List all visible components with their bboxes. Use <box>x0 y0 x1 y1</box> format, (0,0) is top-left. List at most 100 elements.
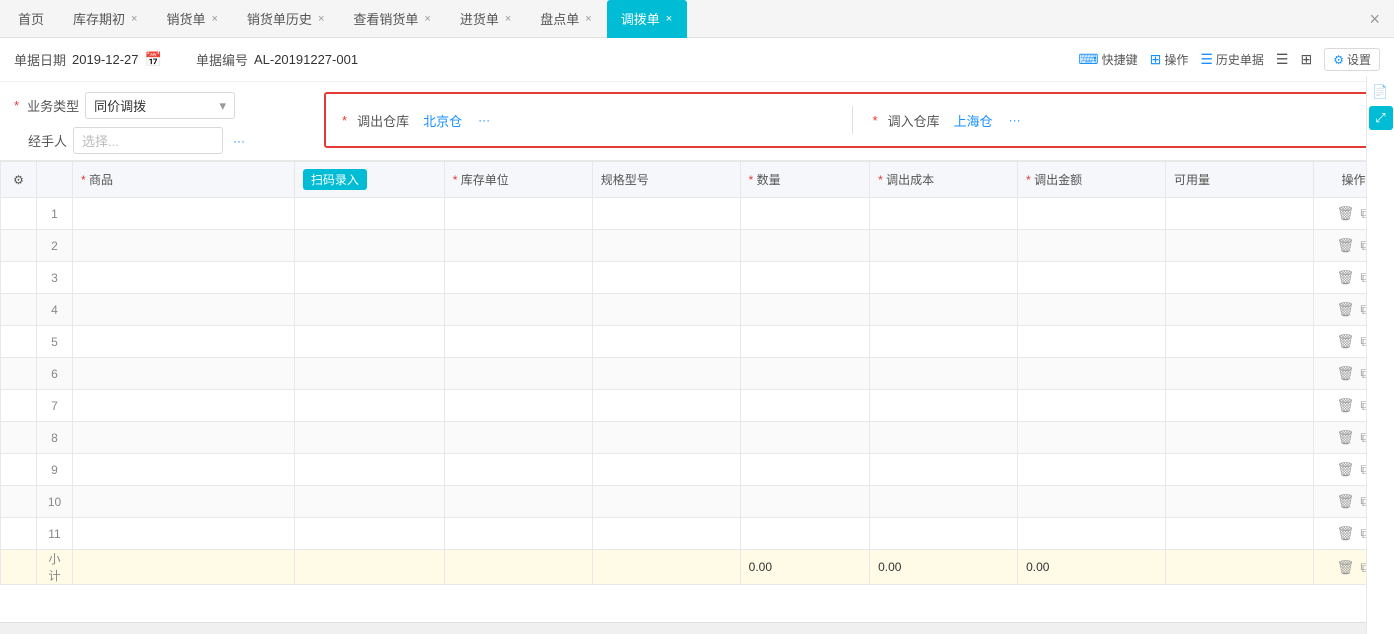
in-warehouse-more-icon[interactable]: ··· <box>1009 113 1021 127</box>
row-qty-9[interactable] <box>740 454 869 486</box>
row-cost-10[interactable] <box>870 486 1018 518</box>
row-cost-6[interactable] <box>870 358 1018 390</box>
row-cost-7[interactable] <box>870 390 1018 422</box>
tab-inventory[interactable]: 盘点单 × <box>526 0 606 38</box>
handler-dropdown[interactable]: 选择... <box>73 127 223 154</box>
row-available-3 <box>1166 262 1314 294</box>
row-qty-10[interactable] <box>740 486 869 518</box>
th-gear[interactable]: ⚙ <box>1 162 37 198</box>
row-amount-11[interactable] <box>1018 518 1166 550</box>
row-product-6[interactable] <box>73 358 295 390</box>
row-product-3[interactable] <box>73 262 295 294</box>
table-container: ⚙ * 商品 扫码录入 * 库存单位 规格型号 <box>0 160 1394 622</box>
delete-icon-8[interactable]: 🗑 <box>1337 429 1355 446</box>
row-cost-5[interactable] <box>870 326 1018 358</box>
th-available: 可用量 <box>1166 162 1314 198</box>
row-cost-9[interactable] <box>870 454 1018 486</box>
row-amount-4[interactable] <box>1018 294 1166 326</box>
delete-icon-3[interactable]: 🗑 <box>1337 269 1355 286</box>
delete-icon-2[interactable]: 🗑 <box>1337 237 1355 254</box>
row-product-2[interactable] <box>73 230 295 262</box>
tab-transfer[interactable]: 调拨单 × <box>607 0 687 38</box>
row-qty-11[interactable] <box>740 518 869 550</box>
out-warehouse-more-icon[interactable]: ··· <box>478 113 490 127</box>
row-available-8 <box>1166 422 1314 454</box>
subtotal-spec <box>592 550 740 585</box>
delete-icon-4[interactable]: 🗑 <box>1337 301 1355 318</box>
layout-toggle-2[interactable]: ⊞ <box>1300 51 1312 68</box>
tab-view-sales[interactable]: 查看销货单 × <box>339 0 445 38</box>
row-amount-8[interactable] <box>1018 422 1166 454</box>
row-gear-7 <box>1 390 37 422</box>
row-product-9[interactable] <box>73 454 295 486</box>
tab-purchase-close[interactable]: × <box>505 13 511 25</box>
row-scan-1 <box>294 198 444 230</box>
tab-inventory-init[interactable]: 库存期初 × <box>59 0 152 38</box>
row-cost-8[interactable] <box>870 422 1018 454</box>
calendar-icon[interactable]: 📅 <box>145 51 162 68</box>
scan-button[interactable]: 扫码录入 <box>303 169 367 190</box>
row-amount-1[interactable] <box>1018 198 1166 230</box>
row-amount-3[interactable] <box>1018 262 1166 294</box>
handler-more-icon[interactable]: ··· <box>233 134 245 148</box>
row-qty-3[interactable] <box>740 262 869 294</box>
row-qty-4[interactable] <box>740 294 869 326</box>
tab-inventory-close[interactable]: × <box>585 13 591 25</box>
row-cost-3[interactable] <box>870 262 1018 294</box>
horizontal-scrollbar[interactable] <box>0 622 1394 634</box>
tab-view-sales-close[interactable]: × <box>424 13 430 25</box>
sidebar-expand-button[interactable]: ⤢ <box>1369 106 1393 130</box>
delete-icon-1[interactable]: 🗑 <box>1337 205 1355 222</box>
tab-sales-history[interactable]: 销货单历史 × <box>233 0 339 38</box>
row-product-11[interactable] <box>73 518 295 550</box>
row-amount-5[interactable] <box>1018 326 1166 358</box>
row-product-4[interactable] <box>73 294 295 326</box>
row-cost-4[interactable] <box>870 294 1018 326</box>
row-qty-7[interactable] <box>740 390 869 422</box>
row-amount-6[interactable] <box>1018 358 1166 390</box>
row-amount-10[interactable] <box>1018 486 1166 518</box>
sidebar-doc-button[interactable]: 📄 <box>1369 80 1393 104</box>
row-product-5[interactable] <box>73 326 295 358</box>
row-cost-11[interactable] <box>870 518 1018 550</box>
row-cost-1[interactable] <box>870 198 1018 230</box>
tab-sales-history-close[interactable]: × <box>318 13 324 25</box>
tab-transfer-close[interactable]: × <box>666 13 672 25</box>
row-cost-2[interactable] <box>870 230 1018 262</box>
shortcut-button[interactable]: ⌨ 快捷键 <box>1078 51 1137 68</box>
tab-sales-order-close[interactable]: × <box>211 13 217 25</box>
operation-button[interactable]: ⊞ 操作 <box>1150 51 1189 68</box>
subtotal-delete-icon[interactable]: 🗑 <box>1337 559 1355 576</box>
row-qty-5[interactable] <box>740 326 869 358</box>
row-qty-6[interactable] <box>740 358 869 390</box>
row-gear-10 <box>1 486 37 518</box>
delete-icon-10[interactable]: 🗑 <box>1337 493 1355 510</box>
business-type-dropdown[interactable]: 同价调拨 ▾ <box>85 92 235 119</box>
row-product-8[interactable] <box>73 422 295 454</box>
row-amount-9[interactable] <box>1018 454 1166 486</box>
tab-home[interactable]: 首页 <box>4 0 59 38</box>
history-button[interactable]: ☰ 历史单据 <box>1200 51 1264 68</box>
row-product-7[interactable] <box>73 390 295 422</box>
row-amount-7[interactable] <box>1018 390 1166 422</box>
row-qty-2[interactable] <box>740 230 869 262</box>
row-amount-2[interactable] <box>1018 230 1166 262</box>
window-close-button[interactable]: × <box>1359 0 1390 38</box>
row-qty-1[interactable] <box>740 198 869 230</box>
delete-icon-5[interactable]: 🗑 <box>1337 333 1355 350</box>
row-product-10[interactable] <box>73 486 295 518</box>
delete-icon-9[interactable]: 🗑 <box>1337 461 1355 478</box>
warehouse-section: * 调出仓库 北京仓 ··· * 调入仓库 上海仓 ··· <box>324 92 1380 148</box>
tab-inventory-init-close[interactable]: × <box>131 13 137 25</box>
delete-icon-11[interactable]: 🗑 <box>1337 525 1355 542</box>
subtotal-cost: 0.00 <box>870 550 1018 585</box>
tab-sales-order[interactable]: 销货单 × <box>152 0 232 38</box>
delete-icon-6[interactable]: 🗑 <box>1337 365 1355 382</box>
tab-purchase[interactable]: 进货单 × <box>446 0 526 38</box>
row-product-1[interactable] <box>73 198 295 230</box>
row-qty-8[interactable] <box>740 422 869 454</box>
row-available-2 <box>1166 230 1314 262</box>
delete-icon-7[interactable]: 🗑 <box>1337 397 1355 414</box>
layout-toggle-1[interactable]: ☰ <box>1276 51 1289 68</box>
setting-button[interactable]: ⚙ 设置 <box>1324 48 1380 71</box>
